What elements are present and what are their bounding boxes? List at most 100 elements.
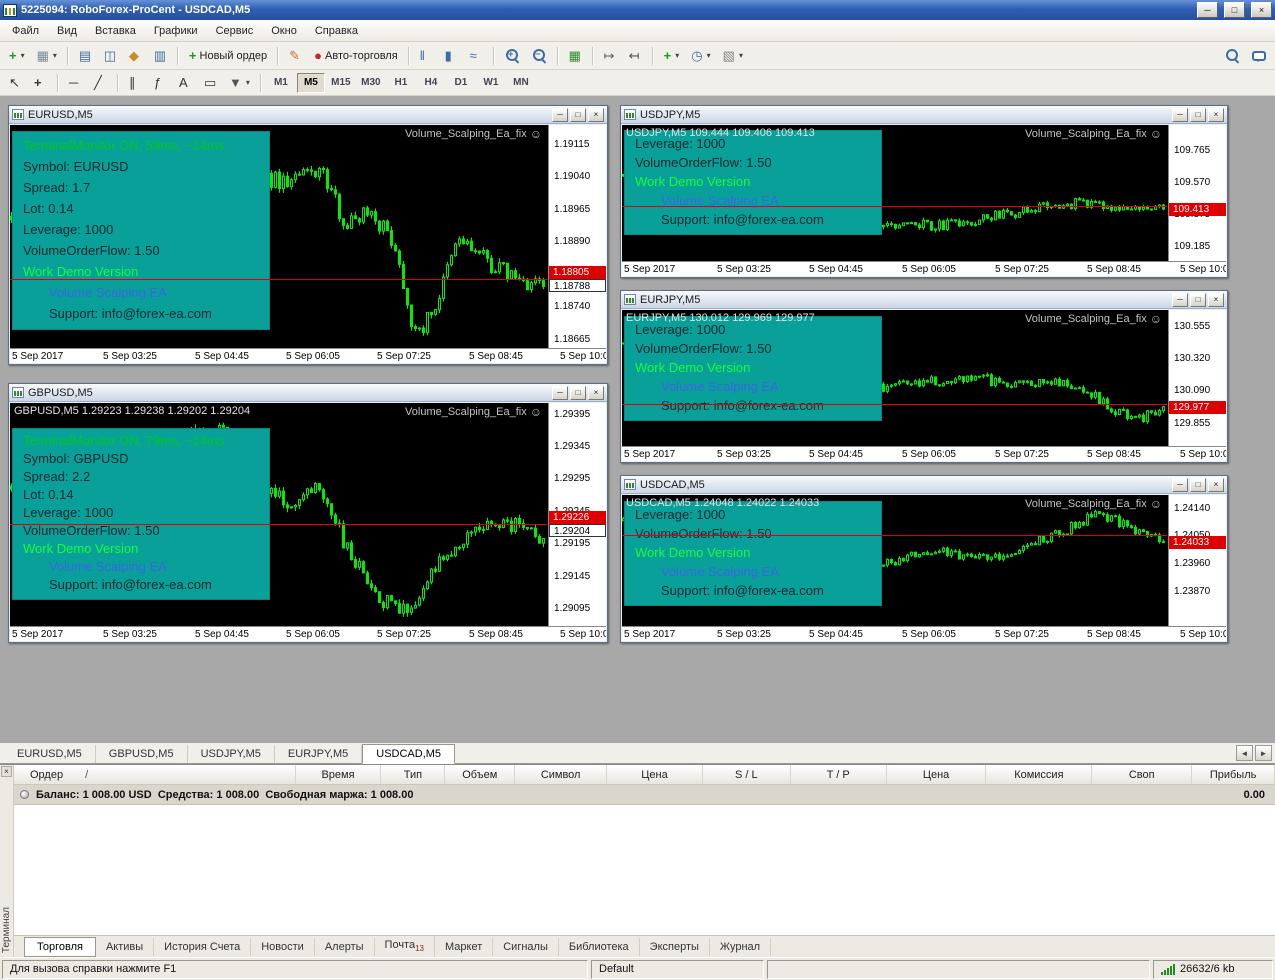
indicators-button[interactable]: + ▾ — [659, 45, 685, 67]
chart-shift-button[interactable]: ↤ — [624, 45, 647, 67]
market-watch-button[interactable]: ▤ — [74, 45, 97, 67]
menu-item-Вставка[interactable]: Вставка — [86, 22, 145, 40]
terminal-panel-button[interactable]: ▥ — [149, 45, 172, 67]
title-bar[interactable]: 5225094: RoboForex-ProCent - USDCAD,M5 ─… — [0, 0, 1275, 20]
terminal-tab-Торговля[interactable]: Торговля — [24, 936, 96, 957]
channel-tool-button[interactable]: ∥ — [124, 72, 147, 94]
data-window-button[interactable]: ◫ — [99, 45, 122, 67]
new-chart-button[interactable]: + ▾ — [4, 45, 30, 67]
chart-window-titlebar[interactable]: USDCAD,M5 ─ □ × — [621, 476, 1227, 494]
timeframe-H4-button[interactable]: H4 — [417, 73, 445, 93]
column-header-11[interactable]: Прибыль — [1192, 765, 1275, 784]
chart-plot[interactable]: TerminalMonitor ON, 59ms, ~14ms Symbol: E… — [10, 125, 547, 348]
column-header-7[interactable]: T / P — [791, 765, 887, 784]
column-header-10[interactable]: Своп — [1092, 765, 1193, 784]
chart-tab-GBPUSD,M5[interactable]: GBPUSD,M5 — [96, 745, 188, 763]
menu-item-Вид[interactable]: Вид — [48, 22, 86, 40]
chart-restore-button[interactable]: □ — [1190, 107, 1206, 122]
chart-close-button[interactable]: × — [1208, 292, 1224, 307]
chart-plot[interactable]: Leverage: 1000 VolumeOrderFlow: 1.50 Work … — [622, 310, 1167, 446]
tile-windows-button[interactable]: ▦ — [564, 45, 587, 67]
fibonacci-tool-button[interactable]: ƒ — [149, 72, 172, 94]
chart-tab-USDCAD,M5[interactable]: USDCAD,M5 — [362, 744, 456, 764]
menu-item-Файл[interactable]: Файл — [3, 22, 48, 40]
column-header-3[interactable]: Объем — [445, 765, 516, 784]
timeframe-W1-button[interactable]: W1 — [477, 73, 505, 93]
column-header-5[interactable]: Цена — [607, 765, 703, 784]
restore-button[interactable]: □ — [1224, 2, 1245, 18]
navigator-button[interactable]: ◆ — [124, 45, 147, 67]
profiles-button[interactable]: ▦ ▾ — [32, 45, 62, 67]
column-header-2[interactable]: Тип — [381, 765, 446, 784]
timeframe-M15-button[interactable]: M15 — [327, 73, 355, 93]
new-order-button[interactable]: + Новый ордер — [184, 45, 272, 67]
timeframe-M30-button[interactable]: M30 — [357, 73, 385, 93]
terminal-tab-Журнал[interactable]: Журнал — [710, 937, 772, 956]
arrows-tool-button[interactable]: ▼ ▾ — [224, 72, 255, 94]
label-tool-button[interactable]: ▭ — [199, 72, 222, 94]
chart-close-button[interactable]: × — [1208, 107, 1224, 122]
terminal-tab-История Счета[interactable]: История Счета — [154, 937, 252, 956]
menu-item-Справка[interactable]: Справка — [306, 22, 367, 40]
auto-scroll-button[interactable]: ↦ — [599, 45, 622, 67]
column-header-1[interactable]: Время — [296, 765, 382, 784]
menu-item-Окно[interactable]: Окно — [262, 22, 306, 40]
minimize-button[interactable]: ─ — [1197, 2, 1218, 18]
chart-restore-button[interactable]: □ — [570, 385, 586, 400]
chart-window-titlebar[interactable]: USDJPY,M5 ─ □ × — [621, 106, 1227, 124]
terminal-close-button[interactable]: × — [1, 766, 12, 777]
chart-minimize-button[interactable]: ─ — [1172, 107, 1188, 122]
candles-mode-button[interactable]: ▮ — [440, 45, 463, 67]
chart-window-titlebar[interactable]: GBPUSD,M5 ─ □ × — [9, 384, 607, 402]
cursor-tool-button[interactable]: ↖ — [4, 72, 27, 94]
terminal-tab-Сигналы[interactable]: Сигналы — [493, 937, 559, 956]
timeframe-H1-button[interactable]: H1 — [387, 73, 415, 93]
menu-item-Сервис[interactable]: Сервис — [207, 22, 263, 40]
line-mode-button[interactable]: ≈ — [465, 45, 488, 67]
chart-plot[interactable]: Leverage: 1000 VolumeOrderFlow: 1.50 Work … — [622, 125, 1167, 261]
price-scale[interactable]: 1.241401.240501.239601.238701.24033 — [1168, 495, 1226, 626]
column-header-8[interactable]: Цена — [887, 765, 987, 784]
close-button[interactable]: × — [1251, 2, 1272, 18]
terminal-tab-Новости[interactable]: Новости — [251, 937, 315, 956]
menu-item-Графики[interactable]: Графики — [145, 22, 207, 40]
chart-tab-USDJPY,M5[interactable]: USDJPY,M5 — [188, 745, 275, 763]
chart-minimize-button[interactable]: ─ — [552, 385, 568, 400]
chart-close-button[interactable]: × — [588, 385, 604, 400]
terminal-tab-Алерты[interactable]: Алерты — [315, 937, 375, 956]
chat-button[interactable] — [1247, 45, 1271, 67]
column-header-9[interactable]: Комиссия — [986, 765, 1093, 784]
timeframe-M5-button[interactable]: M5 — [296, 72, 325, 93]
chart-minimize-button[interactable]: ─ — [552, 107, 568, 122]
zoom-out-button[interactable]: − — [527, 45, 552, 67]
bars-mode-button[interactable]: ‖ — [415, 45, 438, 67]
chart-plot[interactable]: TerminalMonitor ON, 79ms, ~14ms Symbol: G… — [10, 403, 547, 626]
terminal-tab-Эксперты[interactable]: Эксперты — [640, 937, 710, 956]
chart-tab-EURUSD,M5[interactable]: EURUSD,M5 — [4, 745, 96, 763]
chart-minimize-button[interactable]: ─ — [1172, 477, 1188, 492]
chart-restore-button[interactable]: □ — [1190, 292, 1206, 307]
terminal-tab-Библиотека[interactable]: Библиотека — [559, 937, 640, 956]
terminal-tab-Активы[interactable]: Активы — [96, 937, 155, 956]
chart-plot[interactable]: Leverage: 1000 VolumeOrderFlow: 1.50 Work … — [622, 495, 1167, 626]
autotrading-button[interactable]: ● Авто-торговля — [309, 45, 403, 67]
chart-restore-button[interactable]: □ — [1190, 477, 1206, 492]
terminal-tab-Маркет[interactable]: Маркет — [435, 937, 494, 956]
column-header-6[interactable]: S / L — [703, 765, 791, 784]
chart-close-button[interactable]: × — [1208, 477, 1224, 492]
price-scale[interactable]: 1.191151.190401.189651.188901.188151.187… — [548, 125, 606, 348]
price-scale[interactable]: 1.293951.293451.292951.292451.291951.291… — [548, 403, 606, 626]
timeframe-D1-button[interactable]: D1 — [447, 73, 475, 93]
crosshair-tool-button[interactable]: + — [29, 72, 52, 94]
zoom-in-button[interactable]: + — [500, 45, 525, 67]
metaeditor-button[interactable]: ✎ — [284, 45, 307, 67]
search-button[interactable] — [1220, 45, 1245, 67]
price-scale[interactable]: 130.555 130.320 130.090 129.855 129.977 — [1168, 310, 1226, 446]
tab-scroll-right-button[interactable]: ► — [1255, 745, 1272, 761]
column-header-4[interactable]: Символ — [515, 765, 608, 784]
chart-restore-button[interactable]: □ — [570, 107, 586, 122]
price-scale[interactable]: 109.765109.570109.375109.185109.413 — [1168, 125, 1226, 261]
tab-scroll-left-button[interactable]: ◄ — [1236, 745, 1253, 761]
column-header-0[interactable]: Ордер / — [14, 765, 296, 784]
chart-window-titlebar[interactable]: EURUSD,M5 ─ □ × — [9, 106, 607, 124]
